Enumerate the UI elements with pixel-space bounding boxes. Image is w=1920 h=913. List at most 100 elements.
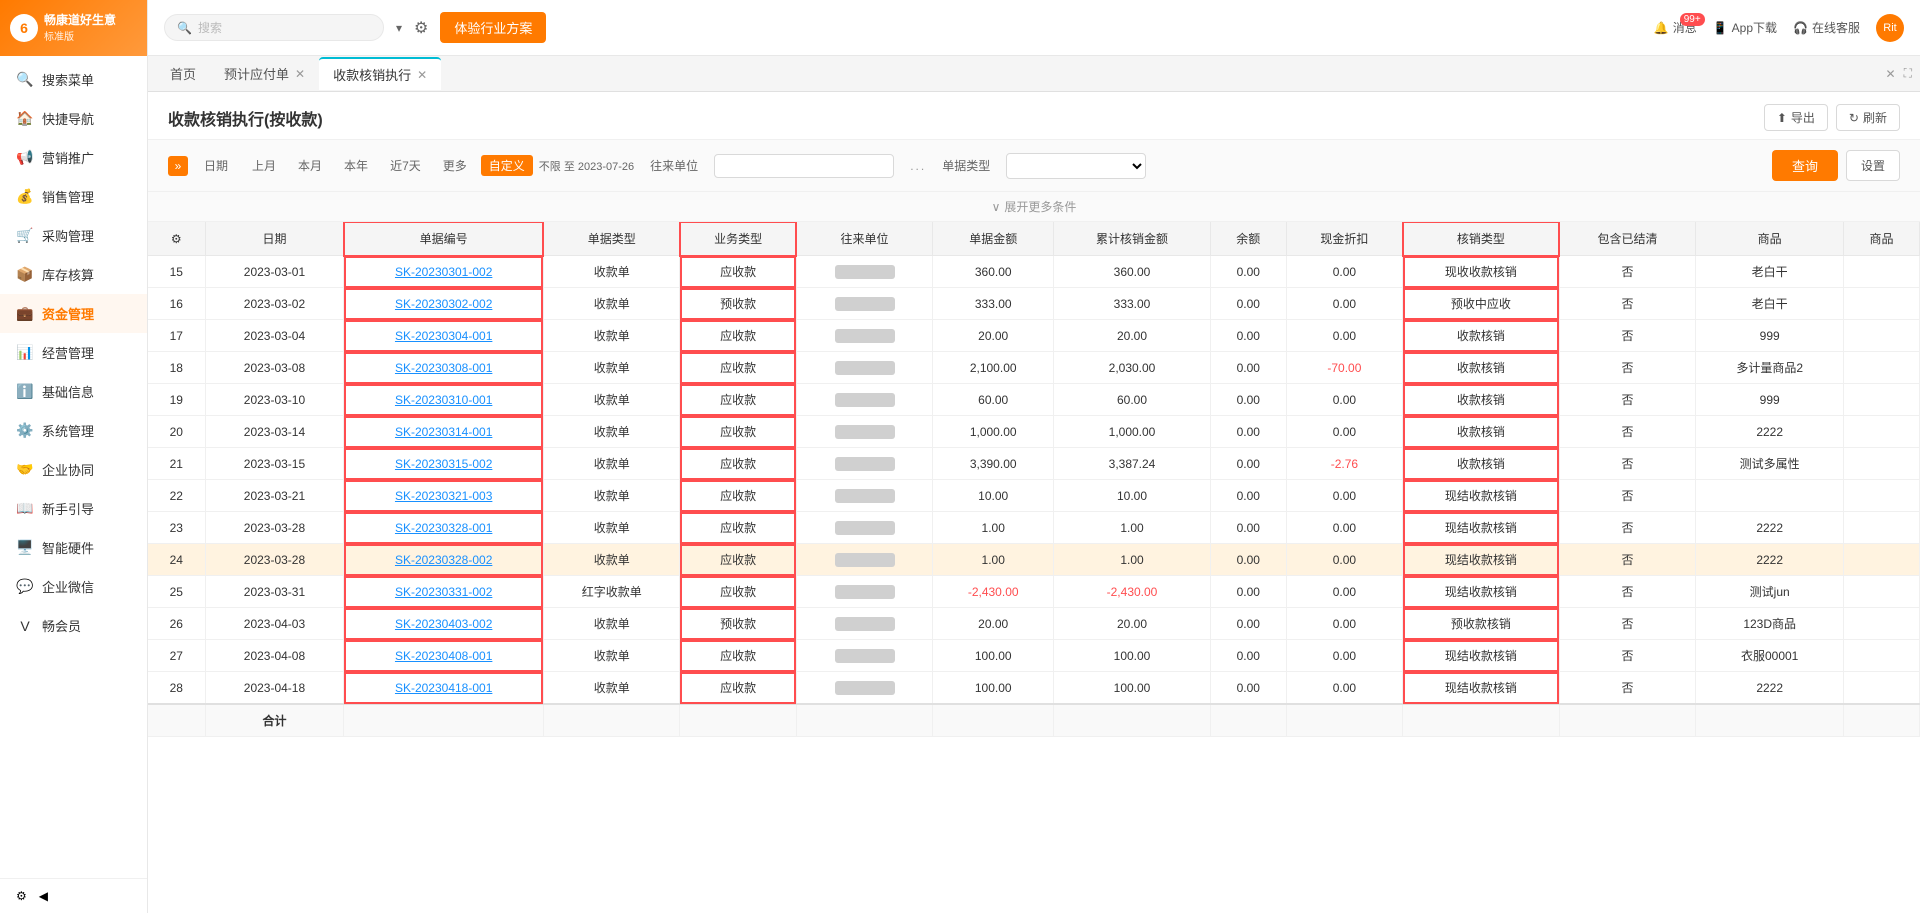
bill-no-link[interactable]: SK-20230331-002 bbox=[395, 585, 492, 599]
sidebar-item-quick-nav[interactable]: 🏠快捷导航 bbox=[0, 99, 147, 138]
tab-close-collection[interactable]: ✕ bbox=[417, 68, 427, 82]
sidebar-item-finance[interactable]: 💼资金管理 bbox=[0, 294, 147, 333]
sidebar-item-marketing[interactable]: 📢 营销推广 bbox=[0, 138, 147, 177]
cell-bill_no[interactable]: SK-20230403-002 bbox=[344, 608, 544, 640]
partner-input[interactable] bbox=[714, 154, 894, 178]
bill-no-link[interactable]: SK-20230302-002 bbox=[395, 297, 492, 311]
bill-no-link[interactable]: SK-20230328-002 bbox=[395, 553, 492, 567]
footer-cell-include_settled bbox=[1559, 704, 1696, 737]
marketing-icon: 📢 bbox=[16, 149, 34, 166]
app-download-button[interactable]: 📱 App下载 bbox=[1713, 19, 1777, 36]
bill-no-link[interactable]: SK-20230315-002 bbox=[395, 457, 492, 471]
sidebar-item-inventory[interactable]: 📦库存核算 bbox=[0, 255, 147, 294]
cell-bill_no[interactable]: SK-20230321-003 bbox=[344, 480, 544, 512]
search-box[interactable]: 🔍 搜索 bbox=[164, 14, 384, 41]
cell-bill_no[interactable]: SK-20230328-002 bbox=[344, 544, 544, 576]
sidebar-item-purchase[interactable]: 🛒采购管理 bbox=[0, 216, 147, 255]
cell-balance: 0.00 bbox=[1210, 384, 1286, 416]
col-header-include_settled: 包含已结清 bbox=[1559, 222, 1696, 256]
tab-collection[interactable]: 收款核销执行✕ bbox=[319, 57, 441, 90]
sidebar-item-sales[interactable]: 💰销售管理 bbox=[0, 177, 147, 216]
cell-amount: 1.00 bbox=[933, 512, 1054, 544]
tab-prepay[interactable]: 预计应付单✕ bbox=[210, 58, 319, 89]
bill-no-link[interactable]: SK-20230408-001 bbox=[395, 649, 492, 663]
sidebar-item-member[interactable]: V畅会员 bbox=[0, 606, 147, 645]
cell-setting: 20 bbox=[148, 416, 205, 448]
table-row: 242023-03-28SK-20230328-002收款单应收款 1.001.… bbox=[148, 544, 1920, 576]
nav-dropdown[interactable]: ▾ bbox=[396, 21, 402, 35]
wechat-label: 企业微信 bbox=[42, 577, 94, 596]
cell-bill_no[interactable]: SK-20230302-002 bbox=[344, 288, 544, 320]
col-header-bill_no: 单据编号 bbox=[344, 222, 544, 256]
cell-bill_no[interactable]: SK-20230308-001 bbox=[344, 352, 544, 384]
sidebar-item-enterprise[interactable]: 🤝企业协同 bbox=[0, 450, 147, 489]
cell-bill_no[interactable]: SK-20230301-002 bbox=[344, 256, 544, 288]
cell-bill_no[interactable]: SK-20230304-001 bbox=[344, 320, 544, 352]
collapse-icon[interactable]: ◀ bbox=[39, 889, 48, 903]
date-more[interactable]: 更多 bbox=[435, 155, 475, 176]
export-button[interactable]: ⬆ 导出 bbox=[1764, 104, 1828, 131]
date-this-month[interactable]: 本月 bbox=[290, 155, 330, 176]
filter-expand-arrow[interactable]: » bbox=[168, 156, 188, 176]
refresh-button[interactable]: ↻ 刷新 bbox=[1836, 104, 1900, 131]
cell-bill_no[interactable]: SK-20230408-001 bbox=[344, 640, 544, 672]
tab-close-prepay[interactable]: ✕ bbox=[295, 67, 305, 81]
solution-button[interactable]: 体验行业方案 bbox=[440, 12, 546, 43]
bill-no-link[interactable]: SK-20230328-001 bbox=[395, 521, 492, 535]
table-row: 182023-03-08SK-20230308-001收款单应收款 2,100.… bbox=[148, 352, 1920, 384]
bill-no-link[interactable]: SK-20230418-001 bbox=[395, 681, 492, 695]
col-header-biz_type: 业务类型 bbox=[680, 222, 796, 256]
cell-include_settled: 否 bbox=[1559, 288, 1696, 320]
cell-bill_no[interactable]: SK-20230331-002 bbox=[344, 576, 544, 608]
date-custom[interactable]: 自定义 bbox=[481, 155, 533, 176]
cell-product2 bbox=[1844, 416, 1920, 448]
bill-no-link[interactable]: SK-20230310-001 bbox=[395, 393, 492, 407]
bill-no-link[interactable]: SK-20230314-001 bbox=[395, 425, 492, 439]
footer-cell-bill_type bbox=[543, 704, 680, 737]
search-placeholder: 搜索 bbox=[198, 19, 222, 36]
sidebar-item-wechat[interactable]: 💬企业微信 bbox=[0, 567, 147, 606]
cell-biz_type: 应收款 bbox=[680, 384, 796, 416]
cell-total_offset: 3,387.24 bbox=[1054, 448, 1211, 480]
bill-no-link[interactable]: SK-20230403-002 bbox=[395, 617, 492, 631]
cell-balance: 0.00 bbox=[1210, 512, 1286, 544]
cell-bill_no[interactable]: SK-20230314-001 bbox=[344, 416, 544, 448]
user-avatar[interactable]: Rit bbox=[1876, 14, 1904, 42]
settings-icon[interactable]: ⚙ bbox=[16, 889, 27, 903]
cell-bill_type: 收款单 bbox=[543, 256, 680, 288]
notification-button[interactable]: 🔔 消息 99+ bbox=[1654, 19, 1697, 36]
cell-bill_no[interactable]: SK-20230418-001 bbox=[344, 672, 544, 705]
cell-bill_no[interactable]: SK-20230328-001 bbox=[344, 512, 544, 544]
sidebar-item-operation[interactable]: 📊经营管理 bbox=[0, 333, 147, 372]
bill-type-select[interactable] bbox=[1006, 153, 1146, 179]
maximize-icon[interactable]: ⛶ bbox=[1904, 66, 1912, 81]
online-service-button[interactable]: 🎧 在线客服 bbox=[1793, 19, 1860, 36]
sidebar-item-search-menu[interactable]: 🔍搜索菜单 bbox=[0, 60, 147, 99]
marketing-label: 营销推广 bbox=[42, 148, 94, 167]
query-button[interactable]: 查询 bbox=[1772, 150, 1838, 181]
bill-no-link[interactable]: SK-20230304-001 bbox=[395, 329, 492, 343]
expand-conditions-bar[interactable]: ∨ 展开更多条件 bbox=[148, 192, 1920, 222]
gear-icon[interactable]: ⚙ bbox=[414, 18, 428, 38]
close-window-icon[interactable]: ✕ bbox=[1886, 67, 1896, 81]
cell-bill_no[interactable]: SK-20230315-002 bbox=[344, 448, 544, 480]
sidebar-item-hardware[interactable]: 🖥️智能硬件 bbox=[0, 528, 147, 567]
bill-no-link[interactable]: SK-20230308-001 bbox=[395, 361, 492, 375]
headset-icon: 🎧 bbox=[1793, 21, 1808, 35]
cell-partner bbox=[796, 256, 933, 288]
date-this-year[interactable]: 本年 bbox=[336, 155, 376, 176]
sidebar-item-guide[interactable]: 📖新手引导 bbox=[0, 489, 147, 528]
cell-partner bbox=[796, 352, 933, 384]
col-header-setting: ⚙ bbox=[148, 222, 205, 256]
cell-bill_no[interactable]: SK-20230310-001 bbox=[344, 384, 544, 416]
bill-no-link[interactable]: SK-20230321-003 bbox=[395, 489, 492, 503]
sidebar-item-system[interactable]: ⚙️系统管理 bbox=[0, 411, 147, 450]
date-7days[interactable]: 近7天 bbox=[382, 155, 429, 176]
date-last-month[interactable]: 上月 bbox=[244, 155, 284, 176]
partner-label: 往来单位 bbox=[650, 157, 698, 174]
sidebar-item-basic[interactable]: ℹ️基础信息 bbox=[0, 372, 147, 411]
col-header-bill_type: 单据类型 bbox=[543, 222, 680, 256]
tab-home[interactable]: 首页 bbox=[156, 58, 210, 89]
bill-no-link[interactable]: SK-20230301-002 bbox=[395, 265, 492, 279]
settings-button[interactable]: 设置 bbox=[1846, 150, 1900, 181]
